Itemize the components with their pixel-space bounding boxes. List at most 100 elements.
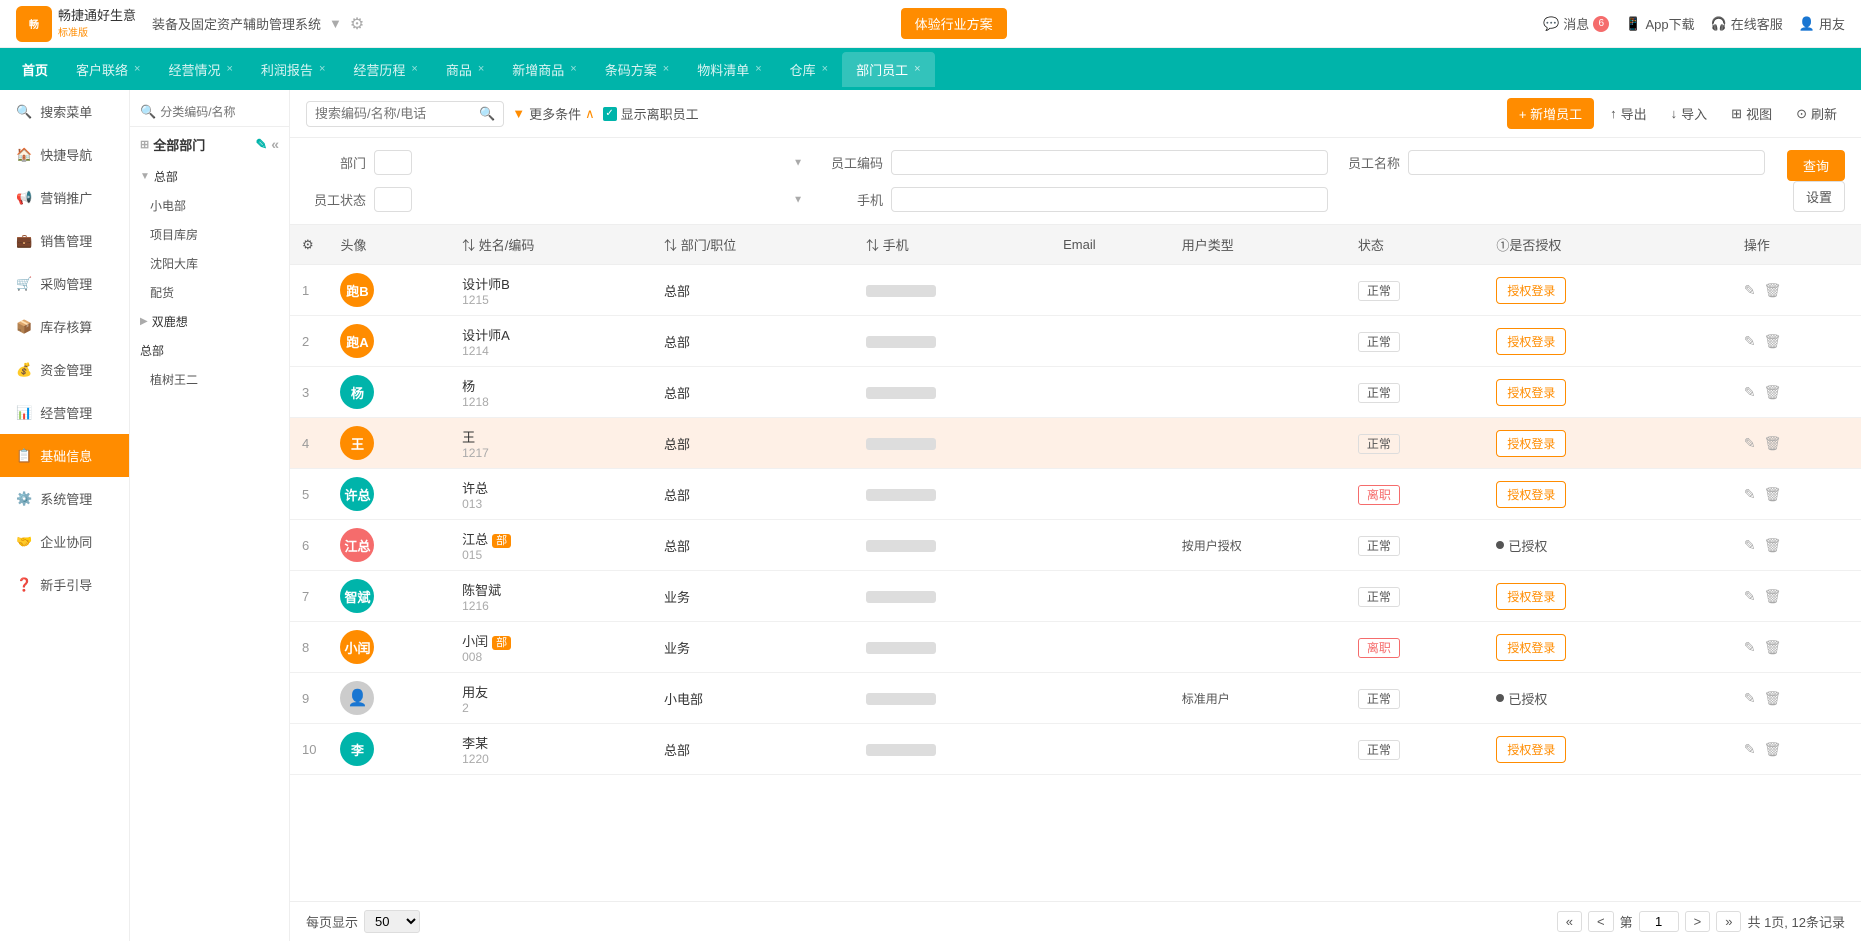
- dept-node-xiaodibu[interactable]: 小电部: [130, 191, 289, 220]
- tab-close-warehouse[interactable]: ×: [822, 63, 828, 75]
- filter-input-emp-code[interactable]: [891, 150, 1328, 175]
- online-service-action[interactable]: 🎧 在线客服: [1711, 14, 1783, 33]
- refresh-btn[interactable]: ⊙ 刷新: [1788, 100, 1845, 127]
- dept-group-zongbu[interactable]: ▼ 总部: [130, 162, 289, 191]
- search-input[interactable]: [315, 106, 475, 121]
- delete-icon[interactable]: 🗑: [1764, 384, 1782, 401]
- col-name[interactable]: ⇅ 姓名/编码: [450, 225, 652, 265]
- dept-node-xiangmukufang[interactable]: 项目库房: [130, 220, 289, 249]
- delete-icon[interactable]: 🗑: [1764, 690, 1782, 707]
- auth-login-btn[interactable]: 授权登录: [1496, 583, 1566, 610]
- tab-profit[interactable]: 利润报告 ×: [247, 52, 339, 87]
- delete-icon[interactable]: 🗑: [1764, 588, 1782, 605]
- sidebar-item-basic[interactable]: 📋 基础信息: [0, 434, 129, 477]
- tab-operation[interactable]: 经营情况 ×: [154, 52, 246, 87]
- set-button[interactable]: 设置: [1793, 181, 1845, 212]
- delete-icon[interactable]: 🗑: [1764, 537, 1782, 554]
- dept-node-shenyangdaku[interactable]: 沈阳大库: [130, 249, 289, 278]
- sidebar-item-inventory[interactable]: 📦 库存核算: [0, 305, 129, 348]
- tab-warehouse[interactable]: 仓库 ×: [776, 52, 842, 87]
- edit-icon[interactable]: ✎: [1744, 639, 1756, 656]
- tab-close-history[interactable]: ×: [411, 63, 417, 75]
- tab-barcode[interactable]: 条码方案 ×: [591, 52, 683, 87]
- delete-icon[interactable]: 🗑: [1764, 282, 1782, 299]
- dept-group-zongbu2[interactable]: 总部: [130, 336, 289, 365]
- user-action[interactable]: 👤 用友: [1799, 14, 1845, 33]
- query-button[interactable]: 查询: [1787, 150, 1845, 181]
- tab-close-customer[interactable]: ×: [134, 63, 140, 75]
- settings-icon[interactable]: ⚙: [350, 14, 364, 34]
- page-number-input[interactable]: [1639, 911, 1679, 932]
- tab-add-goods[interactable]: 新增商品 ×: [498, 52, 590, 87]
- edit-icon[interactable]: ✎: [1744, 588, 1756, 605]
- per-page-select[interactable]: 50 100: [364, 910, 420, 933]
- col-dept[interactable]: ⇅ 部门/职位: [652, 225, 854, 265]
- show-resigned-toggle[interactable]: ✓ 显示离职员工: [603, 104, 699, 123]
- dept-node-zhishu[interactable]: 植树王二: [130, 365, 289, 394]
- tab-home[interactable]: 首页: [8, 52, 62, 87]
- sidebar-item-purchase[interactable]: 🛒 采购管理: [0, 262, 129, 305]
- col-phone[interactable]: ⇅ 手机: [854, 225, 1051, 265]
- dept-collapse-icon[interactable]: «: [271, 136, 279, 153]
- tab-close-dept-staff[interactable]: ×: [914, 63, 920, 75]
- edit-icon[interactable]: ✎: [1744, 486, 1756, 503]
- delete-icon[interactable]: 🗑: [1764, 435, 1782, 452]
- search-icon-btn[interactable]: 🔍: [479, 106, 495, 122]
- message-action[interactable]: 💬 消息 6: [1543, 14, 1609, 33]
- dept-edit-icon[interactable]: ✎: [255, 136, 267, 153]
- filter-input-phone[interactable]: [891, 187, 1328, 212]
- sidebar-item-system[interactable]: ⚙️ 系统管理: [0, 477, 129, 520]
- auth-login-btn[interactable]: 授权登录: [1496, 328, 1566, 355]
- col-settings[interactable]: ⚙: [290, 225, 328, 265]
- add-employee-button[interactable]: + 新增员工: [1507, 98, 1594, 129]
- tab-close-operation[interactable]: ×: [226, 63, 232, 75]
- edit-icon[interactable]: ✎: [1744, 282, 1756, 299]
- sidebar-item-finance[interactable]: 💰 资金管理: [0, 348, 129, 391]
- edit-icon[interactable]: ✎: [1744, 384, 1756, 401]
- tab-close-bom[interactable]: ×: [755, 63, 761, 75]
- prev-page-btn[interactable]: <: [1588, 911, 1614, 932]
- more-filter-btn[interactable]: ▼ 更多条件 ∧: [512, 104, 594, 123]
- tab-close-goods[interactable]: ×: [478, 63, 484, 75]
- dept-group-shuanglu[interactable]: ▶ 双鹿想: [130, 307, 289, 336]
- first-page-btn[interactable]: «: [1557, 911, 1582, 932]
- filter-select-status[interactable]: [374, 187, 412, 212]
- next-page-btn[interactable]: >: [1685, 911, 1711, 932]
- auth-login-btn[interactable]: 授权登录: [1496, 634, 1566, 661]
- auth-login-btn[interactable]: 授权登录: [1496, 736, 1566, 763]
- sidebar-item-quicknav[interactable]: 🏠 快捷导航: [0, 133, 129, 176]
- app-download-action[interactable]: 📱 App下载: [1625, 14, 1694, 33]
- auth-login-btn[interactable]: 授权登录: [1496, 481, 1566, 508]
- auth-login-btn[interactable]: 授权登录: [1496, 379, 1566, 406]
- delete-icon[interactable]: 🗑: [1764, 639, 1782, 656]
- tab-customer[interactable]: 客户联络 ×: [62, 52, 154, 87]
- edit-icon[interactable]: ✎: [1744, 333, 1756, 350]
- dept-search-input[interactable]: [160, 105, 290, 119]
- auth-login-btn[interactable]: 授权登录: [1496, 430, 1566, 457]
- tab-dept-staff[interactable]: 部门员工 ×: [842, 52, 934, 87]
- trial-button[interactable]: 体验行业方案: [901, 8, 1007, 39]
- delete-icon[interactable]: 🗑: [1764, 486, 1782, 503]
- edit-icon[interactable]: ✎: [1744, 741, 1756, 758]
- tab-history[interactable]: 经营历程 ×: [339, 52, 431, 87]
- sidebar-item-collab[interactable]: 🤝 企业协同: [0, 520, 129, 563]
- import-btn[interactable]: ↓ 导入: [1663, 100, 1716, 127]
- auth-login-btn[interactable]: 授权登录: [1496, 277, 1566, 304]
- tab-bom[interactable]: 物料清单 ×: [683, 52, 775, 87]
- dropdown-icon[interactable]: ▼: [329, 16, 342, 31]
- dept-node-peihuo[interactable]: 配货: [130, 278, 289, 307]
- sidebar-item-search[interactable]: 🔍 搜索菜单: [0, 90, 129, 133]
- tab-close-profit[interactable]: ×: [319, 63, 325, 75]
- export-btn[interactable]: ↑ 导出: [1602, 100, 1655, 127]
- sidebar-item-guide[interactable]: ❓ 新手引导: [0, 563, 129, 606]
- view-btn[interactable]: ⊞ 视图: [1723, 100, 1780, 127]
- sidebar-item-management[interactable]: 📊 经营管理: [0, 391, 129, 434]
- filter-select-dept[interactable]: [374, 150, 412, 175]
- sidebar-item-sales[interactable]: 💼 销售管理: [0, 219, 129, 262]
- tab-close-barcode[interactable]: ×: [663, 63, 669, 75]
- filter-input-emp-name[interactable]: [1408, 150, 1765, 175]
- edit-icon[interactable]: ✎: [1744, 537, 1756, 554]
- delete-icon[interactable]: 🗑: [1764, 741, 1782, 758]
- edit-icon[interactable]: ✎: [1744, 690, 1756, 707]
- last-page-btn[interactable]: »: [1716, 911, 1741, 932]
